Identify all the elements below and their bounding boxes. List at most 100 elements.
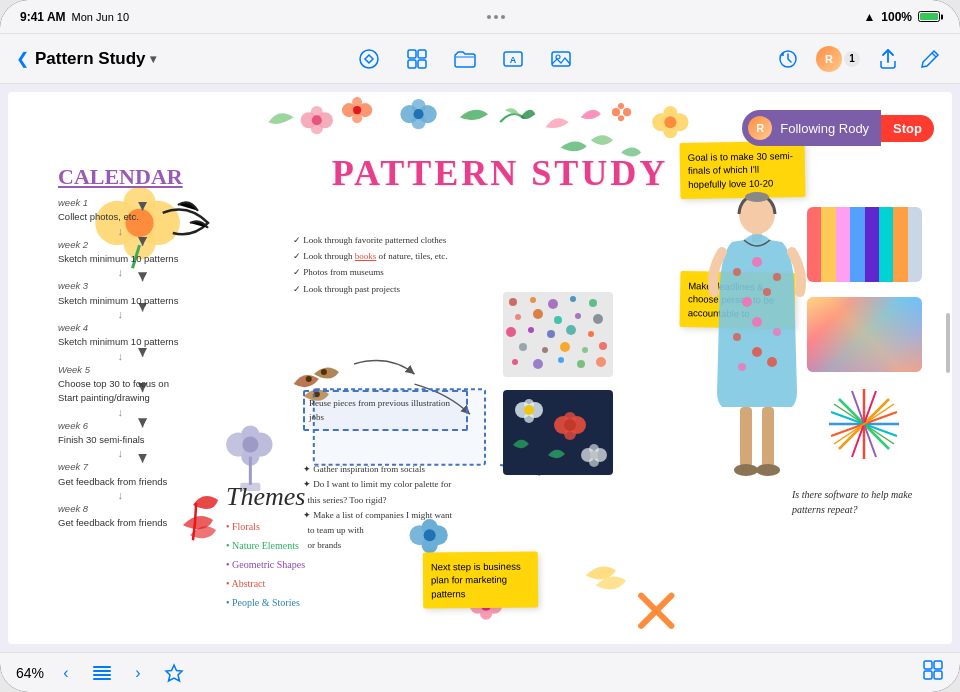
- next-page-button[interactable]: ›: [124, 659, 152, 687]
- week-6-label: week 6: [58, 419, 183, 433]
- prev-page-button[interactable]: ‹: [52, 659, 80, 687]
- pencil-tool-icon[interactable]: [355, 45, 383, 73]
- gather-inspiration: ✦ Gather inspiration from socials: [303, 462, 478, 477]
- svg-rect-7: [552, 52, 570, 66]
- week-2: week 2 Sketch minimum 10 patterns: [58, 238, 183, 267]
- svg-point-33: [618, 115, 624, 121]
- edit-icon[interactable]: [916, 45, 944, 73]
- svg-point-97: [599, 342, 607, 350]
- svg-point-24: [353, 106, 361, 114]
- following-rody-pill: R Following Rody: [742, 110, 881, 146]
- svg-point-91: [566, 325, 576, 335]
- grid-view-button[interactable]: [922, 659, 944, 684]
- svg-point-12: [317, 112, 333, 128]
- svg-point-126: [752, 317, 762, 327]
- status-right: ▲ 100%: [863, 10, 940, 24]
- svg-point-94: [542, 347, 548, 353]
- bottom-right-controls: [922, 659, 944, 686]
- canvas-area[interactable]: R Following Rody Stop: [0, 84, 960, 652]
- svg-text:A: A: [510, 55, 517, 65]
- calendar-section: CALENDAR week 1 Collect photos, etc. ↓ w…: [58, 164, 183, 531]
- svg-point-14: [312, 115, 322, 125]
- week-1: week 1 Collect photos, etc.: [58, 196, 183, 225]
- svg-rect-145: [934, 671, 942, 679]
- svg-point-108: [524, 405, 534, 415]
- svg-rect-133: [762, 407, 774, 467]
- status-day: Mon Jun 10: [72, 11, 129, 23]
- back-button[interactable]: ❮: [16, 49, 29, 68]
- stop-following-button[interactable]: Stop: [881, 115, 934, 142]
- grid-view-icon[interactable]: [403, 45, 431, 73]
- svg-point-56: [480, 608, 492, 620]
- pattern-burst: [807, 387, 922, 462]
- status-bar: 9:41 AM Mon Jun 10 ▲ 100%: [0, 0, 960, 34]
- bullet-1: ✓ Look through favorite patterned clothe…: [293, 232, 448, 248]
- svg-point-87: [593, 314, 603, 324]
- svg-point-27: [670, 113, 688, 131]
- svg-rect-142: [924, 661, 932, 669]
- svg-rect-1: [408, 50, 416, 58]
- svg-point-32: [623, 108, 631, 116]
- board-content: PATTERN STUDY CALENDAR week 1 Collect ph…: [8, 92, 952, 644]
- zoom-level[interactable]: 64%: [16, 665, 44, 681]
- back-chevron-icon: ❮: [16, 49, 29, 68]
- favorite-button[interactable]: [160, 659, 188, 687]
- svg-point-22: [358, 103, 372, 117]
- svg-point-136: [745, 192, 769, 202]
- svg-rect-137: [93, 666, 111, 668]
- dot-1: [487, 15, 491, 19]
- sticky-note-business[interactable]: Next step is business plan for marketing…: [423, 551, 538, 608]
- week-3: week 3 Sketch minimum 10 patterns: [58, 279, 183, 308]
- pattern-floral-navy: [503, 390, 613, 475]
- svg-rect-132: [740, 407, 752, 467]
- bullet-4: ✓ Look through past projects: [293, 281, 448, 297]
- following-rody-button[interactable]: R Following Rody Stop: [742, 110, 934, 146]
- folder-icon[interactable]: [451, 45, 479, 73]
- svg-point-81: [570, 296, 576, 302]
- svg-point-25: [652, 113, 670, 131]
- arrow-6-7: ↓: [58, 447, 183, 460]
- page-list-button[interactable]: [88, 659, 116, 687]
- svg-point-127: [733, 333, 741, 341]
- collaborators-area[interactable]: R 1: [816, 46, 860, 72]
- following-rody-label: Following Rody: [780, 121, 869, 136]
- arrow-1-2: ↓: [58, 225, 183, 238]
- pattern-watercolor: [807, 297, 922, 372]
- battery-fill: [920, 13, 938, 20]
- history-icon[interactable]: [774, 45, 802, 73]
- arrow-7-8: ↓: [58, 489, 183, 502]
- svg-rect-143: [934, 661, 942, 669]
- svg-point-124: [742, 297, 752, 307]
- text-box-icon[interactable]: A: [499, 45, 527, 73]
- svg-point-118: [590, 451, 598, 459]
- bullet-points-section: ✓ Look through favorite patterned clothe…: [293, 232, 448, 297]
- svg-point-26: [663, 106, 677, 120]
- themes-title: Themes: [226, 482, 305, 512]
- toolbar-center: A: [164, 45, 766, 73]
- svg-rect-4: [418, 60, 426, 68]
- week-7-task: Get feedback from friends: [58, 475, 183, 489]
- document-title: Pattern Study ▾: [35, 49, 156, 69]
- svg-point-16: [412, 99, 426, 113]
- svg-point-130: [738, 363, 746, 371]
- svg-point-15: [400, 105, 418, 123]
- svg-rect-3: [408, 60, 416, 68]
- battery-percent: 100%: [881, 10, 912, 24]
- theme-florals: • Florals: [226, 517, 305, 536]
- share-icon[interactable]: [874, 45, 902, 73]
- svg-point-82: [589, 299, 597, 307]
- week-8-label: week 8: [58, 502, 183, 516]
- reuse-text-box[interactable]: Reuse pieces from previous illustration …: [303, 390, 468, 431]
- theme-geometric: • Geometric Shapes: [226, 555, 305, 574]
- sticky-note-goal[interactable]: Goal is to make 30 semi-finals of which …: [680, 141, 806, 199]
- week-5-label: Week 5: [58, 363, 183, 377]
- title-chevron-icon[interactable]: ▾: [150, 52, 156, 66]
- color-palette-q2: this series? Too rigid?: [303, 493, 478, 508]
- svg-point-90: [547, 330, 555, 338]
- photo-insert-icon[interactable]: [547, 45, 575, 73]
- svg-rect-144: [924, 671, 932, 679]
- collaborator-avatar: R: [816, 46, 842, 72]
- theme-people: • People & Stories: [226, 593, 305, 612]
- svg-point-135: [756, 464, 780, 476]
- svg-point-121: [733, 268, 741, 276]
